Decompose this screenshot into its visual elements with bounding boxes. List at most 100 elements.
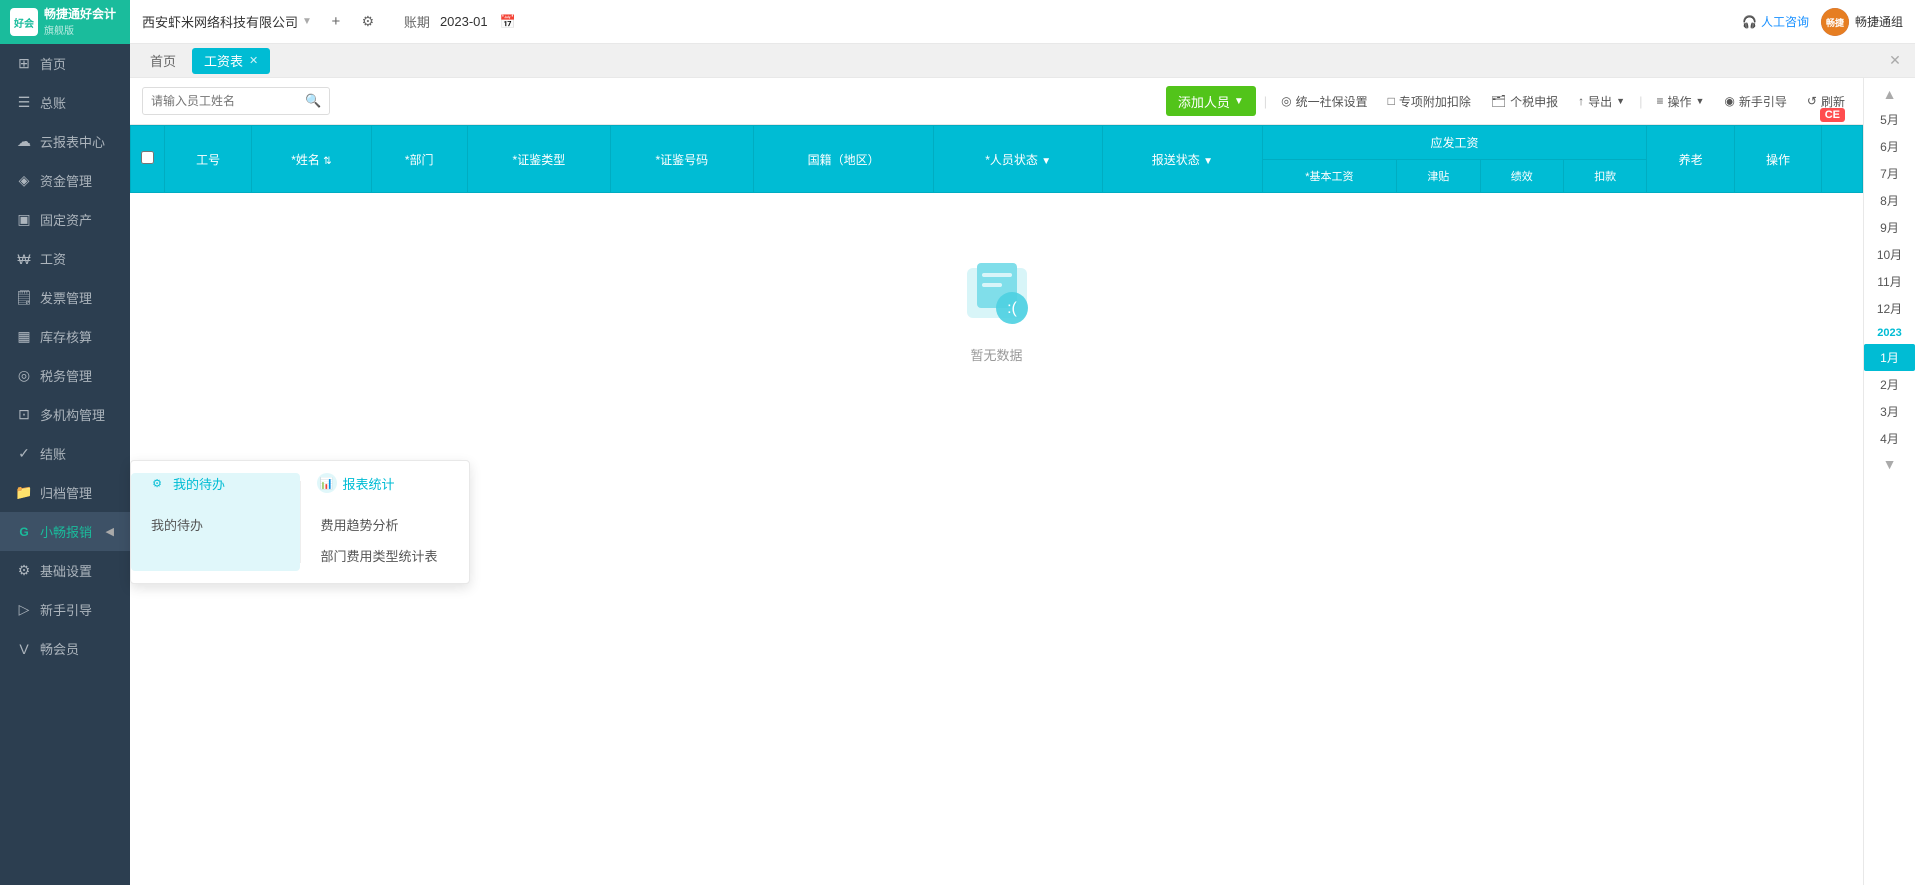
search-wrap: 🔍: [142, 87, 330, 115]
sidebar-item-general-ledger[interactable]: ☰ 总账: [0, 83, 130, 122]
tabbar: 首页 工资表 ✕ ✕: [130, 44, 1915, 78]
individual-tax-btn[interactable]: 🗂 个税申报: [1485, 93, 1564, 110]
month-nav-down[interactable]: ▼: [1864, 452, 1915, 476]
tab-salary[interactable]: 工资表 ✕: [192, 48, 270, 74]
sidebar-item-fund[interactable]: ◈ 资金管理: [0, 161, 130, 200]
search-input[interactable]: [151, 94, 301, 108]
org-icon: ⊡: [16, 407, 32, 423]
search-icon: 🔍: [305, 93, 321, 109]
th-status: *人员状态 ▼: [934, 126, 1103, 193]
membership-icon: V: [16, 641, 32, 657]
export-btn[interactable]: ↑ 导出 ▼: [1572, 93, 1631, 110]
special-deduction-btn[interactable]: □ 专项附加扣除: [1382, 93, 1477, 110]
user-menu[interactable]: 畅捷 畅捷通组: [1821, 8, 1903, 36]
toolbar-actions: 添加人员 ▼ | ◎ 统一社保设置 □ 专项附加扣除 🗂 个税申报: [1166, 86, 1851, 116]
app-edition: 旗舰版: [44, 22, 116, 37]
sidebar-item-fixed-assets[interactable]: ▣ 固定资产: [0, 200, 130, 239]
sort-name-icon[interactable]: ⇅: [323, 156, 331, 167]
settings-btn[interactable]: ⚙: [356, 10, 380, 34]
sidebar-item-multi-org[interactable]: ⊡ 多机构管理: [0, 395, 130, 434]
operations-icon: ≡: [1656, 94, 1663, 108]
month-item-2023-2[interactable]: 2月: [1864, 371, 1915, 398]
operations-dropdown-icon: ▼: [1696, 96, 1705, 106]
th-deduct: 扣款: [1563, 160, 1646, 193]
tab-close-right-btn[interactable]: ✕: [1883, 49, 1907, 73]
company-selector[interactable]: 西安虾米网络科技有限公司 ▼: [142, 12, 312, 31]
deduction-icon: □: [1388, 94, 1395, 108]
month-item-2022-10[interactable]: 10月: [1864, 241, 1915, 268]
new-guide-action-btn[interactable]: ◉ 新手引导: [1718, 93, 1793, 110]
month-item-2022-12[interactable]: 12月: [1864, 295, 1915, 322]
month-item-2022-11[interactable]: 11月: [1864, 268, 1915, 295]
social-insurance-btn[interactable]: ◎ 统一社保设置: [1275, 93, 1374, 110]
guide-icon: ▷: [16, 602, 32, 618]
export-dropdown-icon: ▼: [1616, 96, 1625, 106]
th-base-salary: *基本工资: [1262, 160, 1396, 193]
operations-btn[interactable]: ≡ 操作 ▼: [1650, 93, 1710, 110]
month-item-2022-8[interactable]: 8月: [1864, 187, 1915, 214]
main-area: 西安虾米网络科技有限公司 ▼ + ⚙ 账期 2023-01 📅 🎧 人工咨询 畅…: [130, 0, 1915, 885]
report-filter-icon[interactable]: ▼: [1203, 156, 1213, 167]
month-item-2022-9[interactable]: 9月: [1864, 214, 1915, 241]
sidebar-item-membership[interactable]: V 畅会员: [0, 629, 130, 668]
sidebar-item-xiaochang-baoxiao[interactable]: G 小畅报销 ◀: [0, 512, 130, 551]
tab-close-btn[interactable]: ✕: [249, 54, 258, 67]
avatar: 畅捷: [1821, 8, 1849, 36]
user-name-text: 畅捷通组: [1855, 13, 1903, 30]
salary-icon: ₩: [16, 251, 32, 267]
add-company-btn[interactable]: +: [324, 10, 348, 34]
tab-home[interactable]: 首页: [138, 48, 188, 74]
fund-icon: ◈: [16, 173, 32, 189]
month-item-2023-4[interactable]: 4月: [1864, 425, 1915, 452]
submenu-item-dept-stats[interactable]: 部门费用类型统计表: [317, 540, 454, 571]
export-icon: ↑: [1578, 94, 1584, 108]
th-ops: [1822, 126, 1863, 193]
sidebar-item-archive[interactable]: 📁 归档管理: [0, 473, 130, 512]
th-pension: 操作: [1734, 126, 1821, 193]
topbar-right: 🎧 人工咨询 畅捷 畅捷通组: [1742, 8, 1903, 36]
sidebar-item-tax[interactable]: ◎ 税务管理: [0, 356, 130, 395]
sidebar-item-invoice[interactable]: 🗒 发票管理: [0, 278, 130, 317]
sidebar-item-new-guide[interactable]: ▷ 新手引导: [0, 590, 130, 629]
month-item-2022-6[interactable]: 6月: [1864, 133, 1915, 160]
th-checkbox[interactable]: [131, 126, 165, 193]
month-nav-up[interactable]: ▲: [1864, 82, 1915, 106]
empty-text: 暂无数据: [970, 345, 1022, 364]
submenu-todo-title: ⚙ 我的待办: [147, 473, 284, 499]
social-insurance-icon: ◎: [1281, 94, 1291, 108]
svg-text::(: :(: [1007, 300, 1017, 317]
submenu-popup: ⚙ 我的待办 我的待办 📊 报表统计 费用趋势分析 部门费用类型统计表: [130, 460, 470, 584]
tax-report-icon: 🗂: [1491, 94, 1506, 108]
period-value: 2023-01: [440, 14, 488, 29]
th-total: 养老: [1647, 126, 1734, 193]
th-nationality: 国籍（地区）: [753, 126, 934, 193]
archive-icon: 📁: [16, 485, 32, 501]
th-report-status: 报送状态 ▼: [1103, 126, 1263, 193]
sidebar-item-home[interactable]: ⊞ 首页: [0, 44, 130, 83]
todo-icon: ⚙: [147, 473, 167, 493]
service-btn[interactable]: 🎧 人工咨询: [1742, 13, 1809, 30]
status-filter-icon[interactable]: ▼: [1041, 156, 1051, 167]
calendar-icon[interactable]: 📅: [496, 10, 520, 34]
month-item-2023-3[interactable]: 3月: [1864, 398, 1915, 425]
ledger-icon: ☰: [16, 95, 32, 111]
sidebar-item-basic-settings[interactable]: ⚙ 基础设置: [0, 551, 130, 590]
add-person-btn[interactable]: 添加人员 ▼: [1166, 86, 1256, 116]
select-all-checkbox[interactable]: [141, 151, 154, 164]
tab-salary-label: 工资表: [204, 51, 243, 70]
salary-toolbar: 🔍 添加人员 ▼ | ◎ 统一社保设置 □ 专项附加扣除: [130, 78, 1863, 125]
empty-icon: :(: [957, 253, 1037, 333]
submenu-report-title: 📊 报表统计: [317, 473, 454, 499]
report-icon: 📊: [317, 473, 337, 493]
logo-icon: 好会: [10, 8, 38, 36]
refresh-btn[interactable]: ↺ 刷新: [1801, 93, 1851, 110]
month-item-2022-5[interactable]: 5月: [1864, 106, 1915, 133]
submenu-item-my-todo[interactable]: 我的待办: [147, 509, 284, 540]
month-item-2023-1[interactable]: 1月: [1864, 344, 1915, 371]
sidebar-item-salary[interactable]: ₩ 工资: [0, 239, 130, 278]
submenu-item-trend[interactable]: 费用趋势分析: [317, 509, 454, 540]
month-item-2022-7[interactable]: 7月: [1864, 160, 1915, 187]
sidebar-item-settlement[interactable]: ✓ 结账: [0, 434, 130, 473]
sidebar-item-inventory[interactable]: ▦ 库存核算: [0, 317, 130, 356]
sidebar-item-cloud-report[interactable]: ☁ 云报表中心: [0, 122, 130, 161]
